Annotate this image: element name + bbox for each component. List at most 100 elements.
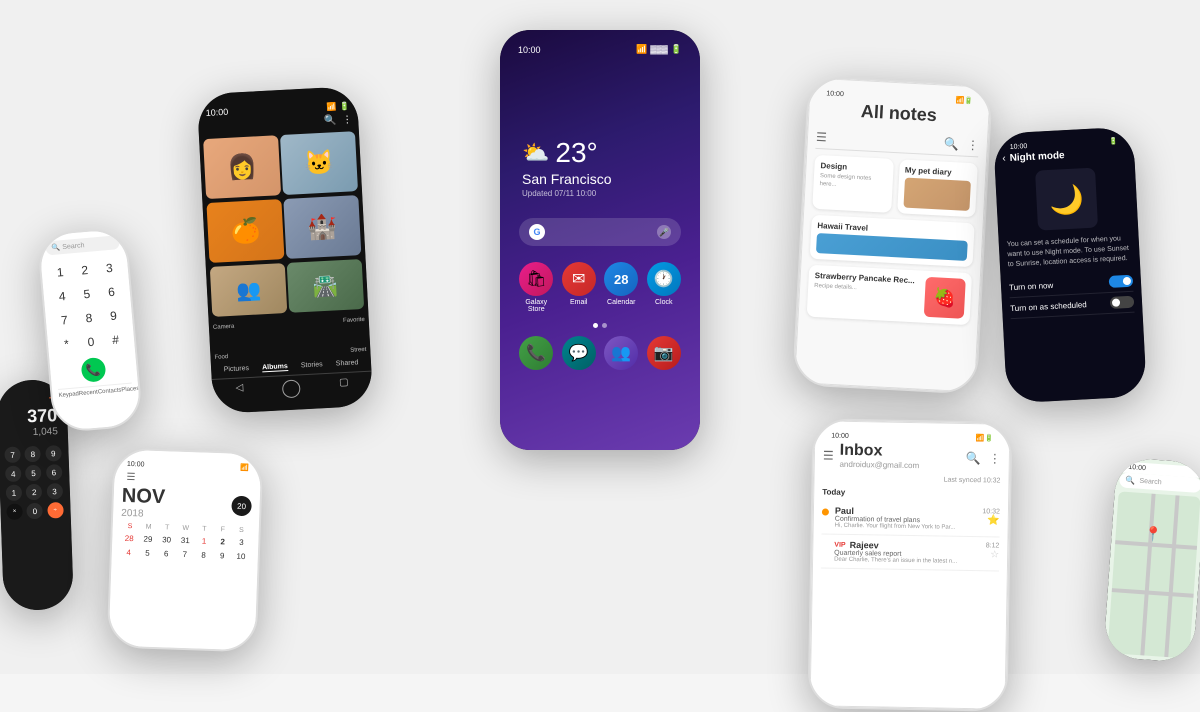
app-calendar[interactable]: 28 Calendar xyxy=(604,262,639,313)
calc-btn-mult[interactable]: × xyxy=(6,503,23,520)
calc-btn-3[interactable]: 3 xyxy=(46,483,63,500)
cal-day-9[interactable]: 9 xyxy=(213,549,231,563)
note-card-strawberry[interactable]: Strawberry Pancake Rec... Recipe details… xyxy=(807,265,972,325)
cal-day-29[interactable]: 29 xyxy=(139,532,157,546)
cal-day-30[interactable]: 30 xyxy=(158,533,176,547)
cal-day-4[interactable]: 4 xyxy=(120,546,138,560)
cal-day-1[interactable]: 1 xyxy=(195,534,213,548)
dial-key-0[interactable]: 0 xyxy=(80,331,102,353)
notes-menu-icon[interactable]: ☰ xyxy=(816,130,827,145)
dial-key-1[interactable]: 1 xyxy=(49,262,71,284)
notes-search-icon[interactable]: 🔍 xyxy=(944,137,960,152)
calendar-menu-icon[interactable]: ☰ xyxy=(126,472,135,483)
email-star-paul[interactable]: ⭐ xyxy=(982,515,1000,526)
gallery-cell-oranges[interactable]: 🍊 xyxy=(206,199,284,263)
app-galaxy-store[interactable]: 🛍 Galaxy Store xyxy=(519,262,554,313)
gallery-back-icon[interactable]: ◁ xyxy=(235,382,244,400)
dial-tab-recent[interactable]: Recent xyxy=(79,390,98,398)
app-camera[interactable]: 📷 xyxy=(647,336,682,370)
maps-search-icon: 🔍 xyxy=(1125,476,1136,486)
dial-key-4[interactable]: 4 xyxy=(51,285,73,307)
gallery-cell-road[interactable]: 🛣️ xyxy=(287,259,365,313)
cal-day-6[interactable]: 6 xyxy=(157,547,175,561)
dial-key-6[interactable]: 6 xyxy=(100,281,122,303)
email-more-icon[interactable]: ⋮ xyxy=(989,451,1001,465)
calc-btn-8[interactable]: 8 xyxy=(25,446,42,463)
cal-day-28[interactable]: 28 xyxy=(120,532,138,546)
notes-toolbar: ☰ 🔍 ⋮ xyxy=(815,126,979,157)
email-search-icon[interactable]: 🔍 xyxy=(966,450,981,464)
toggle-turn-on-scheduled[interactable] xyxy=(1110,296,1135,309)
gallery-home-icon[interactable] xyxy=(282,379,301,398)
weather-temp: 23° xyxy=(555,137,597,169)
calc-btn-0[interactable]: 0 xyxy=(27,503,44,520)
note-card-design[interactable]: Design Some design notes here... xyxy=(812,155,893,213)
email-item-rajeev[interactable]: VIP Rajeev Quarterly sales report Dear C… xyxy=(821,534,1000,571)
gallery-cell-cat[interactable]: 🐱 xyxy=(280,131,358,195)
gallery-more-icon[interactable]: ⋮ xyxy=(342,114,353,126)
messages-icon: 💬 xyxy=(562,336,596,370)
app-messages[interactable]: 💬 xyxy=(562,336,597,370)
note-title-design: Design xyxy=(820,161,887,173)
app-grid-row1: 🛍 Galaxy Store ✉ Email 28 Calendar 🕐 Clo… xyxy=(519,262,681,313)
calc-btn-1[interactable]: 1 xyxy=(6,484,23,501)
cal-day-8[interactable]: 8 xyxy=(194,548,212,562)
dial-call-button[interactable]: 📞 xyxy=(80,357,106,383)
calc-btn-div[interactable]: ÷ xyxy=(47,502,64,519)
cal-day-7[interactable]: 7 xyxy=(176,548,194,562)
dial-tab-contacts[interactable]: Contacts xyxy=(98,388,122,396)
night-back-icon[interactable]: ‹ xyxy=(1002,153,1006,164)
dial-search[interactable]: 🔍 Search xyxy=(45,235,120,255)
app-email[interactable]: ✉ Email xyxy=(562,262,597,313)
dial-key-8[interactable]: 8 xyxy=(78,307,100,329)
gallery-tab-albums[interactable]: Albums xyxy=(262,363,288,372)
gallery-cell-portrait[interactable]: 👩 xyxy=(203,135,281,199)
cal-day-31[interactable]: 31 xyxy=(176,534,194,548)
gallery-tab-stories[interactable]: Stories xyxy=(301,361,323,370)
gallery-label-favorite: Favorite xyxy=(343,317,365,324)
toggle-turn-on-now[interactable] xyxy=(1109,275,1134,288)
email-unread-dot-paul xyxy=(822,508,829,515)
gallery-tab-shared[interactable]: Shared xyxy=(336,359,359,368)
dial-key-9[interactable]: 9 xyxy=(102,305,124,327)
search-bar[interactable]: G 🎤 xyxy=(519,218,681,246)
email-star-rajeev[interactable]: ☆ xyxy=(985,549,999,560)
calc-btn-5[interactable]: 5 xyxy=(25,465,42,482)
calc-btn-9[interactable]: 9 xyxy=(45,445,62,462)
note-card-pet[interactable]: My pet diary xyxy=(897,159,978,217)
gallery-status-icons: 📶 🔋 xyxy=(326,101,349,111)
calc-btn-2[interactable]: 2 xyxy=(26,484,43,501)
dial-key-hash[interactable]: # xyxy=(104,329,126,351)
dial-tab-keypad[interactable]: Keypad xyxy=(58,391,79,399)
gallery-recent-icon[interactable]: ▢ xyxy=(339,377,349,395)
dial-key-7[interactable]: 7 xyxy=(53,309,75,331)
dial-key-star[interactable]: * xyxy=(55,333,77,355)
weather-widget: ⛅ 23° San Francisco Updated 07/11 10:00 xyxy=(510,137,690,198)
cal-day-2[interactable]: 2 xyxy=(214,535,232,549)
cal-day-5[interactable]: 5 xyxy=(138,546,156,560)
dial-key-2[interactable]: 2 xyxy=(74,259,96,281)
email-item-paul[interactable]: Paul Confirmation of travel plans Hi, Ch… xyxy=(822,500,1001,537)
dial-key-3[interactable]: 3 xyxy=(98,257,120,279)
notes-time: 10:00 xyxy=(826,90,844,98)
calc-btn-7[interactable]: 7 xyxy=(4,446,21,463)
email-menu-icon[interactable]: ☰ xyxy=(823,448,834,462)
app-phone[interactable]: 📞 xyxy=(519,336,554,370)
cal-day-10[interactable]: 10 xyxy=(232,550,250,564)
gallery-search-icon[interactable]: 🔍 xyxy=(324,115,337,127)
app-clock[interactable]: 🕐 Clock xyxy=(647,262,682,313)
mic-icon: 🎤 xyxy=(657,225,671,239)
gallery-cell-castle[interactable]: 🏰 xyxy=(283,195,361,259)
calc-btn-6[interactable]: 6 xyxy=(46,464,63,481)
app-social[interactable]: 👥 xyxy=(604,336,639,370)
cal-day-3[interactable]: 3 xyxy=(232,536,250,550)
dial-key-5[interactable]: 5 xyxy=(76,283,98,305)
notes-more-icon[interactable]: ⋮ xyxy=(966,138,979,153)
gallery-cell-group[interactable]: 👥 xyxy=(210,263,288,317)
calc-number-secondary: 1,045 xyxy=(8,426,58,439)
gallery-tab-pictures[interactable]: Pictures xyxy=(224,365,250,374)
note-card-hawaii[interactable]: Hawaii Travel xyxy=(810,215,975,267)
dial-tab-places[interactable]: Places xyxy=(121,386,139,394)
calc-btn-4[interactable]: 4 xyxy=(5,465,22,482)
center-time: 10:00 xyxy=(518,45,541,55)
